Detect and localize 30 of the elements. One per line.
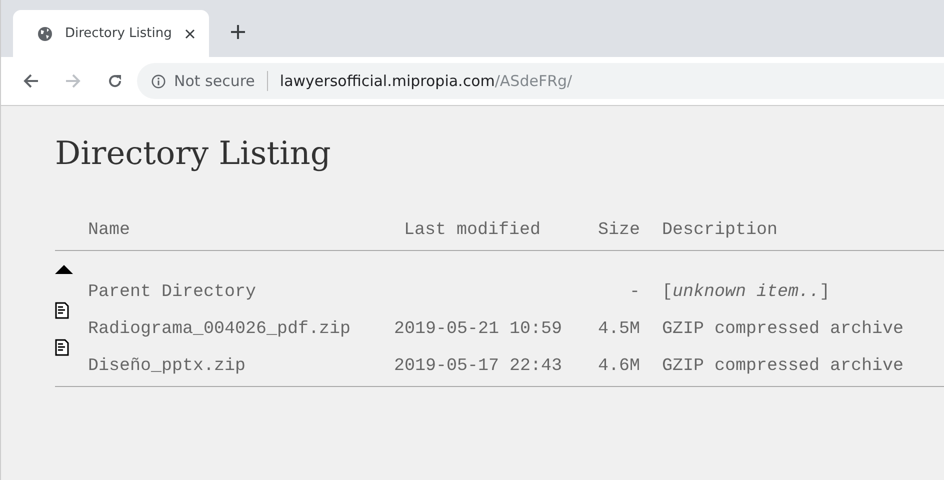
file-size: 4.5M <box>596 319 640 339</box>
url-text: lawyersofficial.mipropia.com/ASdeFRg/ <box>280 72 572 90</box>
reload-icon[interactable] <box>107 73 123 89</box>
security-label: Not secure <box>174 72 255 90</box>
up-arrow-icon <box>55 265 73 274</box>
address-bar[interactable]: Not secure lawyersofficial.mipropia.com/ASdeFRg/ <box>137 63 944 99</box>
file-size: 4.6M <box>596 356 640 376</box>
column-header: Name <box>88 220 132 240</box>
info-icon[interactable] <box>151 74 166 88</box>
file-description: GZIP compressed archive <box>662 319 904 339</box>
close-icon[interactable] <box>185 28 195 38</box>
document-icon <box>55 339 69 356</box>
back-icon[interactable] <box>23 73 39 89</box>
new-tab-icon[interactable] <box>231 25 245 39</box>
document-icon <box>55 302 69 319</box>
file-description: GZIP compressed archive <box>662 356 904 376</box>
browser-tab[interactable]: Directory Listing <box>13 10 209 57</box>
file-link[interactable]: Diseño_pptx.zip <box>88 356 394 376</box>
tab-title: Directory Listing <box>65 26 173 41</box>
file-link[interactable]: Radiograma_004026_pdf.zip <box>88 319 394 339</box>
column-header: Last modified <box>403 220 542 240</box>
file-link[interactable]: Parent Directory <box>88 282 394 302</box>
column-header: Size <box>596 220 640 240</box>
file-size: - <box>628 282 640 302</box>
page-heading: Directory Listing <box>55 134 332 172</box>
file-description: [unknown item..] <box>662 282 830 302</box>
modified-date: 2019-05-17 22:43 <box>394 356 564 376</box>
modified-date: 2019-05-21 10:59 <box>394 319 564 339</box>
globe-icon <box>37 26 53 42</box>
column-header: Description <box>662 220 778 240</box>
